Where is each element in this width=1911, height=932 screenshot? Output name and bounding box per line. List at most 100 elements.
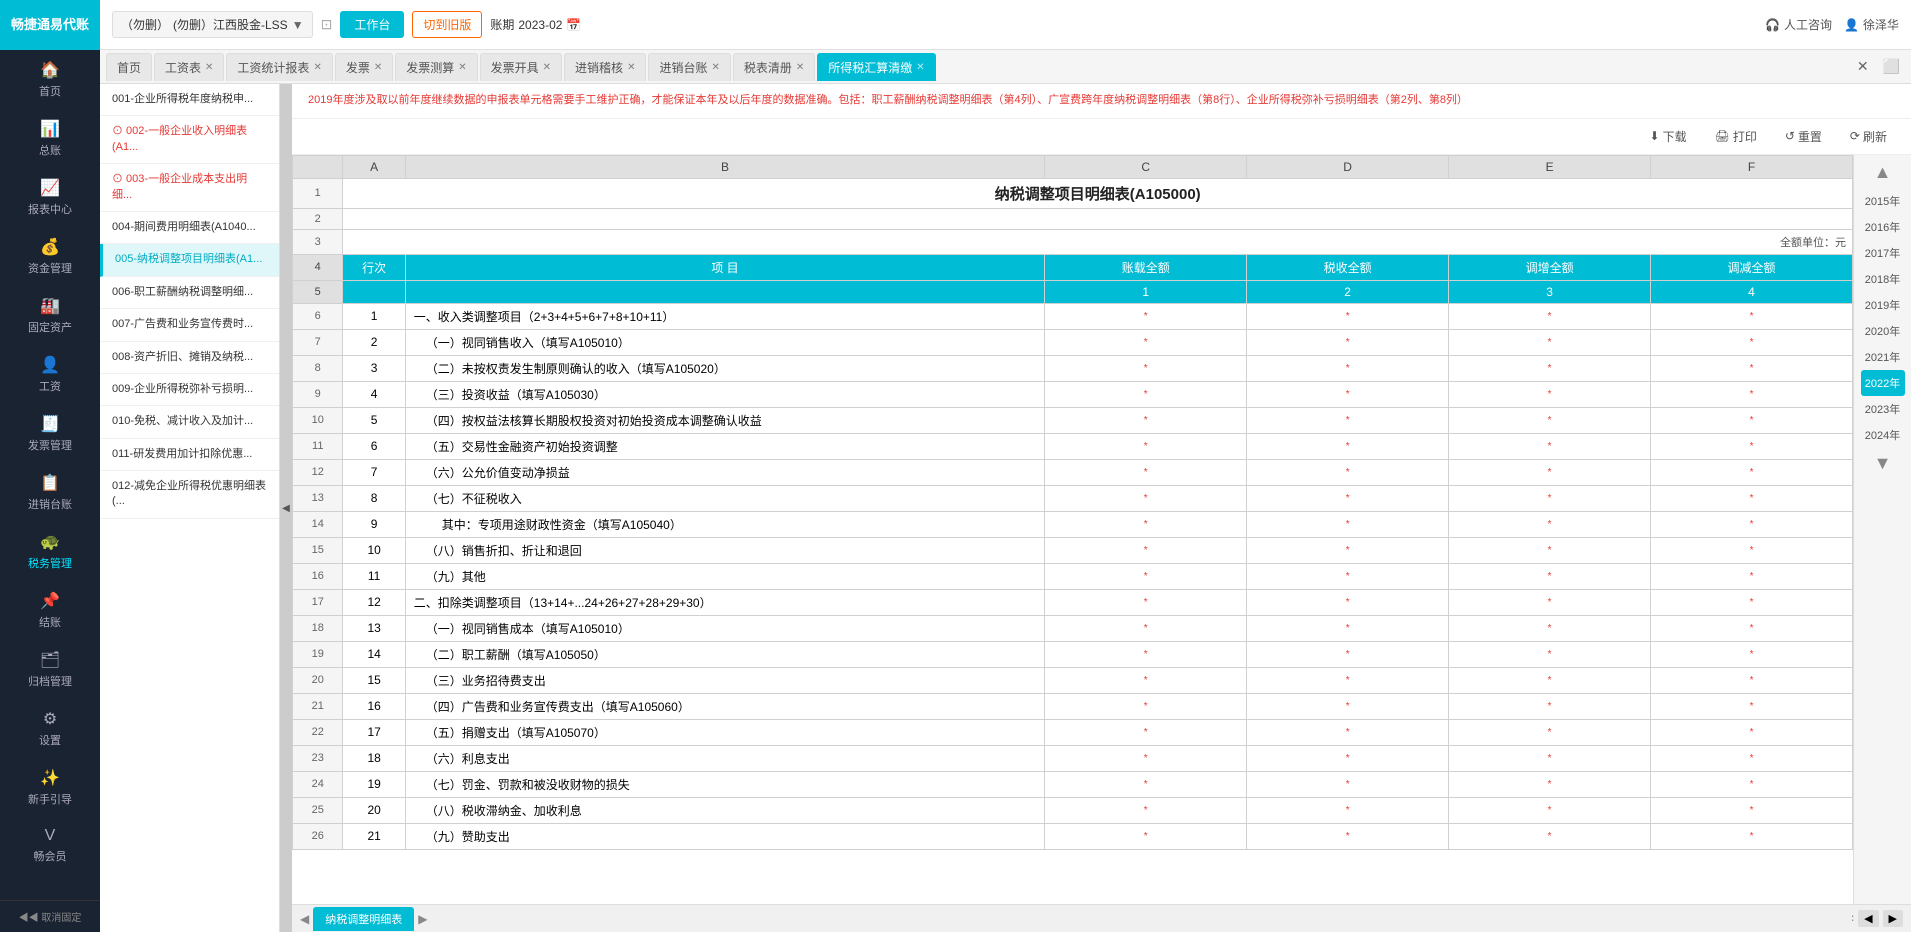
col1-val[interactable]: * (1045, 641, 1247, 667)
col1-val[interactable]: * (1045, 459, 1247, 485)
left-panel-item-item2[interactable]: ⊙ 002-一般企业收入明细表(A1... (100, 116, 279, 164)
sidebar-item-closing[interactable]: 📌结账 (0, 581, 100, 640)
col3-val[interactable]: * (1449, 615, 1651, 641)
tab-home[interactable]: 首页 (106, 53, 152, 81)
col3-val[interactable]: * (1449, 511, 1651, 537)
col4-val[interactable]: * (1651, 667, 1853, 693)
col2-val[interactable]: * (1247, 719, 1449, 745)
sidebar-item-ledger[interactable]: 📊总账 (0, 109, 100, 168)
tab-purchase-ledger[interactable]: 进销台账 ✕ (648, 53, 730, 81)
col3-val[interactable]: * (1449, 589, 1651, 615)
next-sheet-btn[interactable]: ▶ (418, 912, 427, 926)
col3-val[interactable]: * (1449, 459, 1651, 485)
col3-val[interactable]: * (1449, 719, 1651, 745)
year-btn-2024年[interactable]: 2024年 (1861, 422, 1905, 448)
year-btn-2021年[interactable]: 2021年 (1861, 344, 1905, 370)
col4-val[interactable]: * (1651, 433, 1853, 459)
tab-close-income-tax[interactable]: ✕ (916, 62, 924, 73)
tab-close-payroll-stats[interactable]: ✕ (313, 62, 321, 73)
col2-val[interactable]: * (1247, 329, 1449, 355)
tab-invoice-calc[interactable]: 发票测算 ✕ (395, 53, 477, 81)
year-down-button[interactable]: ▼ (1871, 450, 1895, 477)
sidebar-item-member[interactable]: V畅会员 (0, 817, 100, 874)
collapse-handle[interactable]: ◀ (280, 84, 292, 932)
col4-val[interactable]: * (1651, 745, 1853, 771)
tab-payroll[interactable]: 工资表 ✕ (154, 53, 224, 81)
col4-val[interactable]: * (1651, 329, 1853, 355)
col3-val[interactable]: * (1449, 303, 1651, 329)
col2-val[interactable]: * (1247, 459, 1449, 485)
tab-invoice[interactable]: 发票 ✕ (335, 53, 393, 81)
col1-val[interactable]: * (1045, 745, 1247, 771)
left-panel-item-item6[interactable]: 006-职工薪酬纳税调整明细... (100, 277, 279, 309)
col1-val[interactable]: * (1045, 433, 1247, 459)
year-up-button[interactable]: ▲ (1871, 159, 1895, 186)
year-btn-2023年[interactable]: 2023年 (1861, 396, 1905, 422)
col4-val[interactable]: * (1651, 615, 1853, 641)
col2-val[interactable]: * (1247, 303, 1449, 329)
sidebar-item-settings[interactable]: ⚙设置 (0, 699, 100, 758)
tab-payroll-stats[interactable]: 工资统计报表 ✕ (226, 53, 332, 81)
col1-val[interactable]: * (1045, 355, 1247, 381)
col4-val[interactable]: * (1651, 303, 1853, 329)
col4-val[interactable]: * (1651, 537, 1853, 563)
col4-val[interactable]: * (1651, 797, 1853, 823)
sidebar-item-guide[interactable]: ✨新手引导 (0, 758, 100, 817)
col1-val[interactable]: * (1045, 511, 1247, 537)
col2-val[interactable]: * (1247, 537, 1449, 563)
scroll-right-btn[interactable]: ▶ (1883, 910, 1903, 927)
year-btn-2020年[interactable]: 2020年 (1861, 318, 1905, 344)
col4-val[interactable]: * (1651, 407, 1853, 433)
col2-val[interactable]: * (1247, 797, 1449, 823)
print-button[interactable]: 🖨 打印 (1707, 125, 1765, 148)
prev-sheet-btn[interactable]: ◀ (300, 912, 309, 926)
left-panel-item-item7[interactable]: 007-广告费和业务宣传费时... (100, 309, 279, 341)
col3-val[interactable]: * (1449, 771, 1651, 797)
col3-val[interactable]: * (1449, 407, 1651, 433)
col3-val[interactable]: * (1449, 537, 1651, 563)
col2-val[interactable]: * (1247, 381, 1449, 407)
col3-val[interactable]: * (1449, 485, 1651, 511)
unpin-button[interactable]: ◀◀ 取消固定 (0, 900, 100, 932)
left-panel-item-item3[interactable]: ⊙ 003-一般企业成本支出明细... (100, 164, 279, 212)
col2-val[interactable]: * (1247, 355, 1449, 381)
col1-val[interactable]: * (1045, 563, 1247, 589)
left-panel-item-item12[interactable]: 012-减免企业所得税优惠明细表(... (100, 471, 279, 519)
maximize-button[interactable]: ⬜ (1878, 56, 1905, 77)
tab-close-payroll[interactable]: ✕ (205, 62, 213, 73)
old-version-button[interactable]: 切到旧版 (412, 11, 482, 38)
col2-val[interactable]: * (1247, 407, 1449, 433)
col2-val[interactable]: * (1247, 511, 1449, 537)
col3-val[interactable]: * (1449, 355, 1651, 381)
col1-val[interactable]: * (1045, 667, 1247, 693)
col4-val[interactable]: * (1651, 485, 1853, 511)
tab-purchase-check[interactable]: 进销稽核 ✕ (564, 53, 646, 81)
sidebar-item-home[interactable]: 🏠首页 (0, 50, 100, 109)
col2-val[interactable]: * (1247, 433, 1449, 459)
scroll-left-btn[interactable]: ◀ (1858, 910, 1878, 927)
col1-val[interactable]: * (1045, 693, 1247, 719)
sidebar-item-purchase[interactable]: 📋进销台账 (0, 463, 100, 522)
tab-close-invoice-calc[interactable]: ✕ (458, 62, 466, 73)
col3-val[interactable]: * (1449, 693, 1651, 719)
close-tab-button[interactable]: ✕ (1852, 56, 1874, 77)
col1-val[interactable]: * (1045, 615, 1247, 641)
col1-val[interactable]: * (1045, 771, 1247, 797)
left-panel-item-item1[interactable]: 001-企业所得税年度纳税申... (100, 84, 279, 116)
left-panel-item-item8[interactable]: 008-资产折旧、摊销及纳税... (100, 342, 279, 374)
col2-val[interactable]: * (1247, 745, 1449, 771)
col1-val[interactable]: * (1045, 537, 1247, 563)
sidebar-item-funds[interactable]: 💰资金管理 (0, 227, 100, 286)
col3-val[interactable]: * (1449, 329, 1651, 355)
col3-val[interactable]: * (1449, 381, 1651, 407)
reset-button[interactable]: ↺ 重置 (1777, 125, 1830, 148)
col2-val[interactable]: * (1247, 615, 1449, 641)
download-button[interactable]: ⬇ 下载 (1642, 125, 1695, 148)
support-button[interactable]: 🎧 人工咨询 (1765, 16, 1832, 33)
bottom-tab-sheet[interactable]: 纳税调整明细表 (313, 907, 414, 931)
col4-val[interactable]: * (1651, 823, 1853, 849)
tab-close-purchase-ledger[interactable]: ✕ (711, 62, 719, 73)
sidebar-item-tax[interactable]: 🐢税务管理 (0, 522, 100, 581)
left-panel-item-item5[interactable]: 005-纳税调整项目明细表(A1... (100, 244, 279, 276)
col1-val[interactable]: * (1045, 797, 1247, 823)
